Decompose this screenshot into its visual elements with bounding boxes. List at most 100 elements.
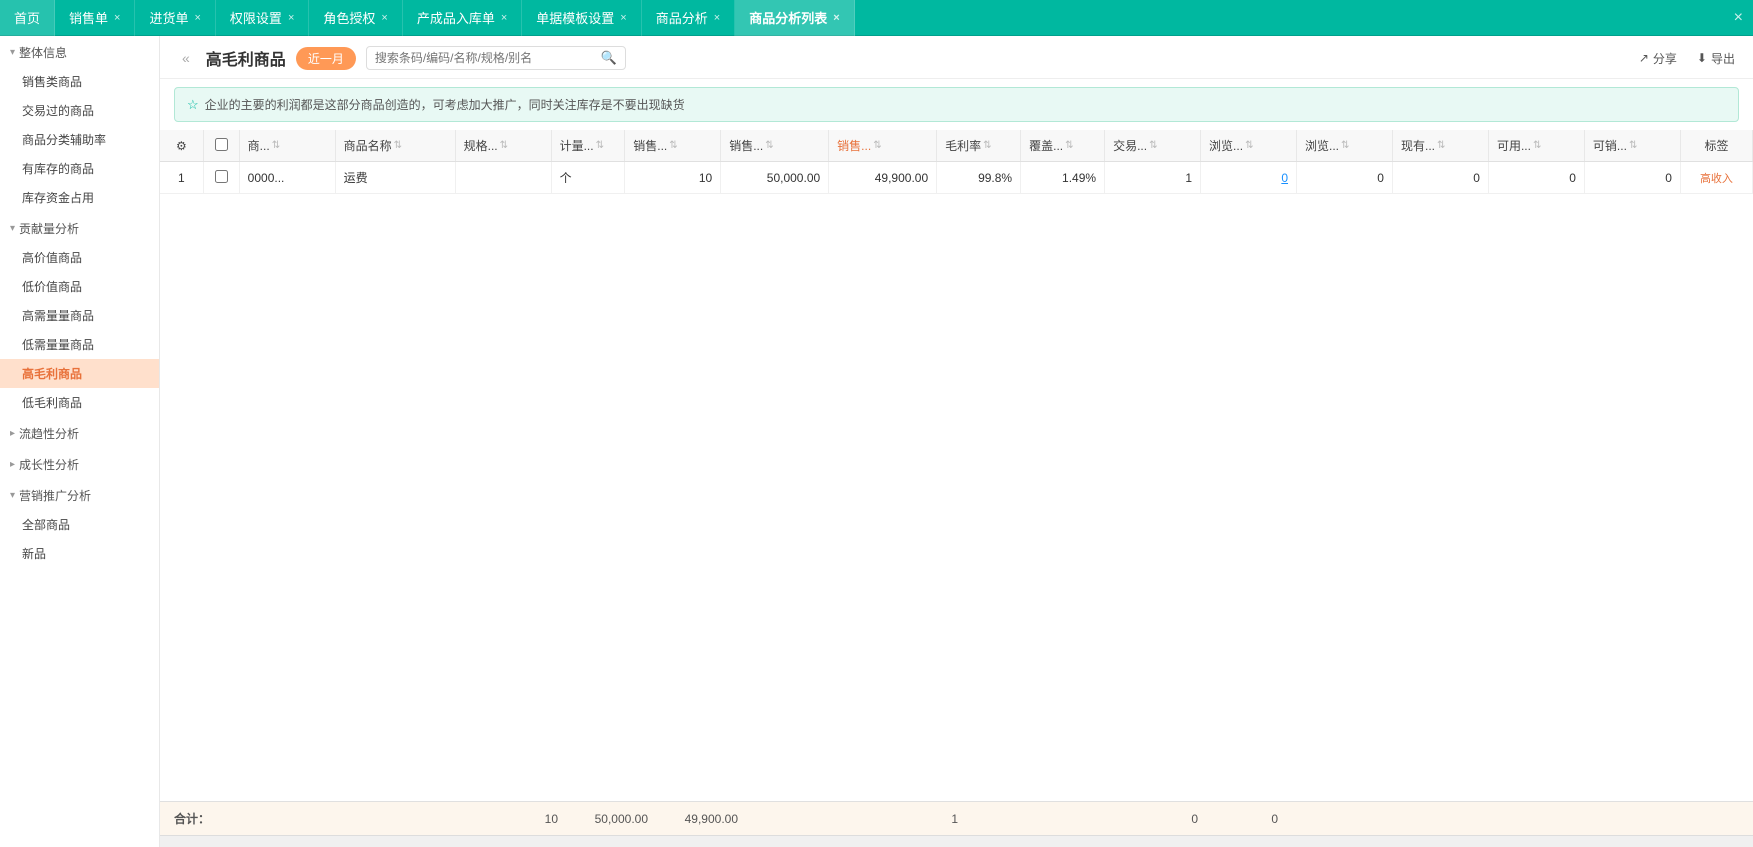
col-header-code[interactable]: 商...⇅	[239, 130, 335, 162]
sidebar-item-high-demand[interactable]: 高需量量商品	[0, 301, 159, 330]
sidebar-collapse-button[interactable]: «	[176, 48, 196, 68]
page-title: 高毛利商品	[206, 46, 286, 70]
nav-tab-role[interactable]: 角色授权 ×	[309, 0, 402, 36]
sort-sale-cost-icon: ⇅	[873, 140, 881, 151]
sidebar-section-wealth[interactable]: ▾ 贡献量分析	[0, 212, 159, 243]
col-label-margin-rate: 毛利率	[945, 137, 981, 154]
sidebar-section-marketing[interactable]: ▾ 营销推广分析	[0, 479, 159, 510]
col-header-trade-cnt[interactable]: 交易...⇅	[1105, 130, 1201, 162]
bottom-scrollbar[interactable]	[160, 835, 1753, 847]
sidebar-section-trend-label: 流趋性分析	[19, 425, 79, 442]
row-checkbox[interactable]	[215, 170, 228, 183]
nav-tab-production[interactable]: 产成品入库单 ×	[403, 0, 522, 36]
cell-check[interactable]	[203, 162, 239, 194]
sidebar-section-overall[interactable]: ▾ 整体信息	[0, 36, 159, 67]
close-purchase-tab[interactable]: ×	[194, 12, 200, 24]
sidebar-item-new-goods[interactable]: 新品	[0, 539, 159, 568]
cell-saleable: 0	[1584, 162, 1680, 194]
table-row: 1 0000... 运费	[160, 162, 1753, 194]
col-header-saleable[interactable]: 可销...⇅	[1584, 130, 1680, 162]
sidebar-item-high-margin[interactable]: 高毛利商品	[0, 359, 159, 388]
col-header-check[interactable]	[203, 130, 239, 162]
footer-available: 0	[1210, 812, 1290, 826]
nav-tab-sales[interactable]: 销售单 ×	[55, 0, 135, 36]
close-template-tab[interactable]: ×	[620, 12, 626, 24]
close-all-icon[interactable]: ×	[1734, 9, 1743, 27]
col-label-name: 商品名称	[344, 137, 392, 154]
col-header-name[interactable]: 商品名称⇅	[335, 130, 455, 162]
close-sales-tab[interactable]: ×	[114, 12, 120, 24]
col-header-spec[interactable]: 规格...⇅	[455, 130, 551, 162]
col-header-current-stock[interactable]: 现有...⇅	[1392, 130, 1488, 162]
close-role-tab[interactable]: ×	[381, 12, 387, 24]
cell-sale-amt: 50,000.00	[721, 162, 829, 194]
close-production-tab[interactable]: ×	[501, 12, 507, 24]
sidebar-item-stock-occupation[interactable]: 库存资金占用	[0, 183, 159, 212]
sidebar-item-all-goods[interactable]: 全部商品	[0, 510, 159, 539]
search-icon[interactable]: 🔍	[601, 50, 617, 66]
sidebar-section-overall-label: 整体信息	[19, 44, 67, 61]
sidebar-item-high-value[interactable]: 高价值商品	[0, 243, 159, 272]
col-label-sale-qty: 销售...	[633, 137, 667, 154]
share-icon: ↗	[1639, 51, 1649, 65]
nav-tab-home[interactable]: 首页	[0, 0, 55, 36]
col-header-browse2[interactable]: 浏览...⇅	[1297, 130, 1393, 162]
content-area: « 高毛利商品 近一月 🔍 ↗ 分享 ⬇ 导出 ☆ 企业的主要的利润都是这部	[160, 36, 1753, 847]
col-header-sale-qty[interactable]: 销售...⇅	[625, 130, 721, 162]
search-input[interactable]	[375, 51, 601, 65]
sidebar-item-stocked-goods[interactable]: 有库存的商品	[0, 154, 159, 183]
arrow-marketing: ▾	[10, 490, 15, 501]
top-nav: 首页 销售单 × 进货单 × 权限设置 × 角色授权 × 产成品入库单 × 单据…	[0, 0, 1753, 36]
cell-code: 0000...	[239, 162, 335, 194]
nav-tab-goods-analysis-list[interactable]: 商品分析列表 ×	[735, 0, 854, 36]
nav-tab-template[interactable]: 单据模板设置 ×	[522, 0, 641, 36]
table-header-row: ⚙ 商...⇅ 商品名称⇅ 规格...⇅	[160, 130, 1753, 162]
sidebar-item-sales-goods[interactable]: 销售类商品	[0, 67, 159, 96]
col-header-settings[interactable]: ⚙	[160, 130, 203, 162]
select-all-checkbox[interactable]	[215, 138, 228, 151]
col-header-unit[interactable]: 计量...⇅	[551, 130, 625, 162]
cell-unit: 个	[551, 162, 625, 194]
sidebar-item-traded-goods[interactable]: 交易过的商品	[0, 96, 159, 125]
nav-tab-permission[interactable]: 权限设置 ×	[216, 0, 309, 36]
data-table: ⚙ 商...⇅ 商品名称⇅ 规格...⇅	[160, 130, 1753, 194]
sort-available-icon: ⇅	[1533, 140, 1541, 151]
col-header-sale-cost[interactable]: 销售...⇅	[829, 130, 937, 162]
share-button[interactable]: ↗ 分享	[1635, 48, 1681, 69]
col-header-cover-rate[interactable]: 覆盖...⇅	[1021, 130, 1105, 162]
sort-browse1-icon: ⇅	[1245, 140, 1253, 151]
sort-sale-amt-icon: ⇅	[765, 140, 773, 151]
nav-tab-purchase[interactable]: 进货单 ×	[135, 0, 215, 36]
sidebar-item-low-value[interactable]: 低价值商品	[0, 272, 159, 301]
table-wrapper: ⚙ 商...⇅ 商品名称⇅ 规格...⇅	[160, 130, 1753, 801]
col-header-browse1[interactable]: 浏览...⇅	[1201, 130, 1297, 162]
close-goods-analysis-tab[interactable]: ×	[714, 12, 720, 24]
sort-code-icon: ⇅	[272, 140, 280, 151]
cell-cover-rate: 1.49%	[1021, 162, 1105, 194]
info-text: 企业的主要的利润都是这部分商品创造的，可考虑加大推广，同时关注库存是不要出现缺货	[205, 96, 685, 113]
col-header-sale-amt[interactable]: 销售...⇅	[721, 130, 829, 162]
filter-period-button[interactable]: 近一月	[296, 47, 356, 70]
close-permission-tab[interactable]: ×	[288, 12, 294, 24]
sidebar-item-low-demand[interactable]: 低需量量商品	[0, 330, 159, 359]
col-label-unit: 计量...	[560, 137, 594, 154]
sidebar-item-goods-assist[interactable]: 商品分类辅助率	[0, 125, 159, 154]
sidebar: ▾ 整体信息 销售类商品 交易过的商品 商品分类辅助率 有库存的商品 库存资金占…	[0, 36, 160, 847]
sort-trade-cnt-icon: ⇅	[1149, 140, 1157, 151]
col-label-sale-cost: 销售...	[837, 137, 871, 154]
export-label: 导出	[1711, 50, 1735, 67]
sort-name-icon: ⇅	[394, 140, 402, 151]
close-goods-analysis-list-tab[interactable]: ×	[833, 12, 839, 24]
col-header-available[interactable]: 可用...⇅	[1488, 130, 1584, 162]
export-icon: ⬇	[1697, 51, 1707, 65]
col-header-tag[interactable]: 标签	[1680, 130, 1752, 162]
sidebar-section-trend[interactable]: ▸ 流趋性分析	[0, 417, 159, 448]
cell-browse1[interactable]: 0	[1201, 162, 1297, 194]
col-header-margin-rate[interactable]: 毛利率⇅	[937, 130, 1021, 162]
sidebar-item-low-margin[interactable]: 低毛利商品	[0, 388, 159, 417]
sidebar-section-growth[interactable]: ▸ 成长性分析	[0, 448, 159, 479]
sidebar-section-wealth-label: 贡献量分析	[19, 220, 79, 237]
col-label-sale-amt: 销售...	[729, 137, 763, 154]
export-button[interactable]: ⬇ 导出	[1693, 48, 1739, 69]
nav-tab-goods-analysis[interactable]: 商品分析 ×	[642, 0, 735, 36]
